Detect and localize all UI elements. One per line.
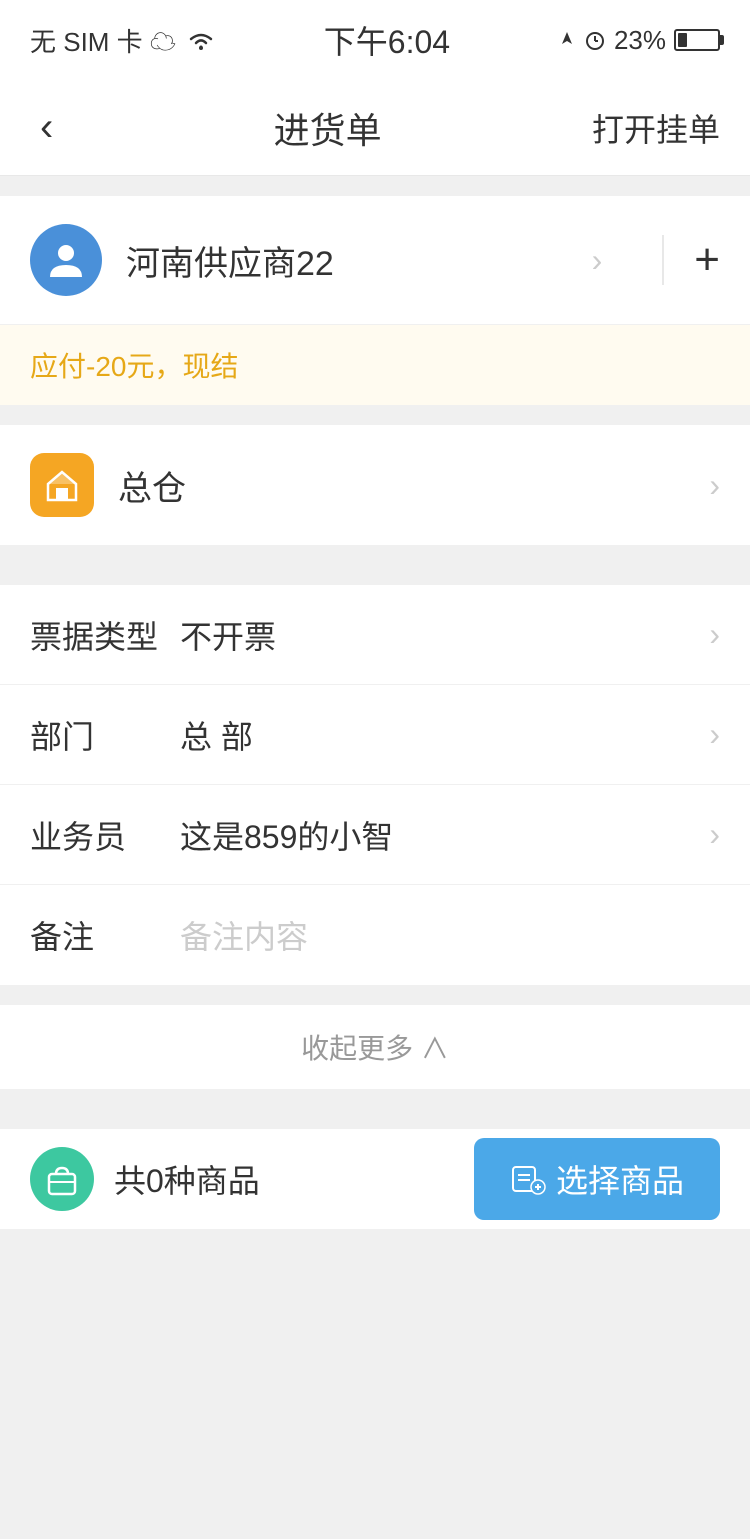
dept-chevron-icon: ›: [709, 716, 720, 753]
wifi-icon: [186, 29, 216, 51]
invoice-value: 不开票: [170, 612, 709, 658]
shopping-bag-icon: [43, 1160, 81, 1198]
warehouse-icon: [30, 453, 94, 517]
status-bar: 无 SIM 卡 ☁ 下午6:04 23%: [0, 0, 750, 80]
product-count: 共0种商品: [114, 1156, 474, 1202]
bottom-background: [0, 1229, 750, 1539]
collapse-button[interactable]: 收起更多 ∧: [0, 1005, 750, 1089]
form-section: 票据类型 不开票 › 部门 总 部 › 业务员 这是859的小智 › 备注 备注…: [0, 585, 750, 985]
dept-label: 部门: [30, 712, 170, 758]
section-gap-4: [0, 1089, 750, 1109]
select-product-icon: [510, 1161, 546, 1197]
open-pending-button[interactable]: 打开挂单: [592, 105, 720, 151]
supplier-avatar: [30, 224, 102, 296]
invoice-chevron-icon: ›: [709, 616, 720, 653]
back-button[interactable]: ‹: [30, 95, 63, 160]
warehouse-chevron-icon: ›: [709, 467, 720, 504]
battery-icon: [674, 29, 720, 51]
product-icon: [30, 1147, 94, 1211]
location-icon: [558, 30, 576, 50]
status-left: 无 SIM 卡 ☁: [30, 22, 216, 59]
warehouse-row[interactable]: 总仓 ›: [0, 425, 750, 545]
battery-percent: 23%: [614, 25, 666, 56]
salesperson-value: 这是859的小智: [170, 812, 709, 858]
salesperson-chevron-icon: ›: [709, 816, 720, 853]
supplier-chevron-icon: ›: [592, 242, 603, 279]
alarm-icon: [584, 29, 606, 51]
invoice-label: 票据类型: [30, 612, 170, 658]
note-input[interactable]: 备注内容: [170, 912, 720, 958]
select-product-label: 选择商品: [556, 1156, 684, 1202]
salesperson-row[interactable]: 业务员 这是859的小智 ›: [0, 785, 750, 885]
status-time: 下午6:04: [324, 17, 450, 63]
supplier-card: 河南供应商22 › + 应付-20元，现结: [0, 196, 750, 405]
section-gap-2: [0, 405, 750, 425]
dept-value: 总 部: [170, 712, 709, 758]
supplier-name: 河南供应商22: [126, 236, 592, 285]
supplier-row[interactable]: 河南供应商22 › +: [0, 196, 750, 325]
product-bar: 共0种商品 选择商品: [0, 1129, 750, 1229]
sim-status: 无 SIM 卡 ☁: [30, 22, 176, 59]
note-label: 备注: [30, 912, 170, 958]
section-gap-3: [0, 545, 750, 565]
invoice-row[interactable]: 票据类型 不开票 ›: [0, 585, 750, 685]
nav-bar: ‹ 进货单 打开挂单: [0, 80, 750, 176]
warehouse-name: 总仓: [118, 461, 709, 510]
add-supplier-button[interactable]: +: [694, 235, 720, 285]
select-product-button[interactable]: 选择商品: [474, 1138, 720, 1220]
dept-row[interactable]: 部门 总 部 ›: [0, 685, 750, 785]
notice-banner: 应付-20元，现结: [0, 325, 750, 405]
supplier-divider: [662, 235, 664, 285]
house-icon: [43, 466, 81, 504]
note-row[interactable]: 备注 备注内容: [0, 885, 750, 985]
status-right: 23%: [558, 25, 720, 56]
warehouse-card[interactable]: 总仓 ›: [0, 425, 750, 545]
section-gap-1: [0, 176, 750, 196]
person-icon: [45, 239, 87, 281]
page-title: 进货单: [274, 102, 382, 154]
salesperson-label: 业务员: [30, 812, 170, 858]
